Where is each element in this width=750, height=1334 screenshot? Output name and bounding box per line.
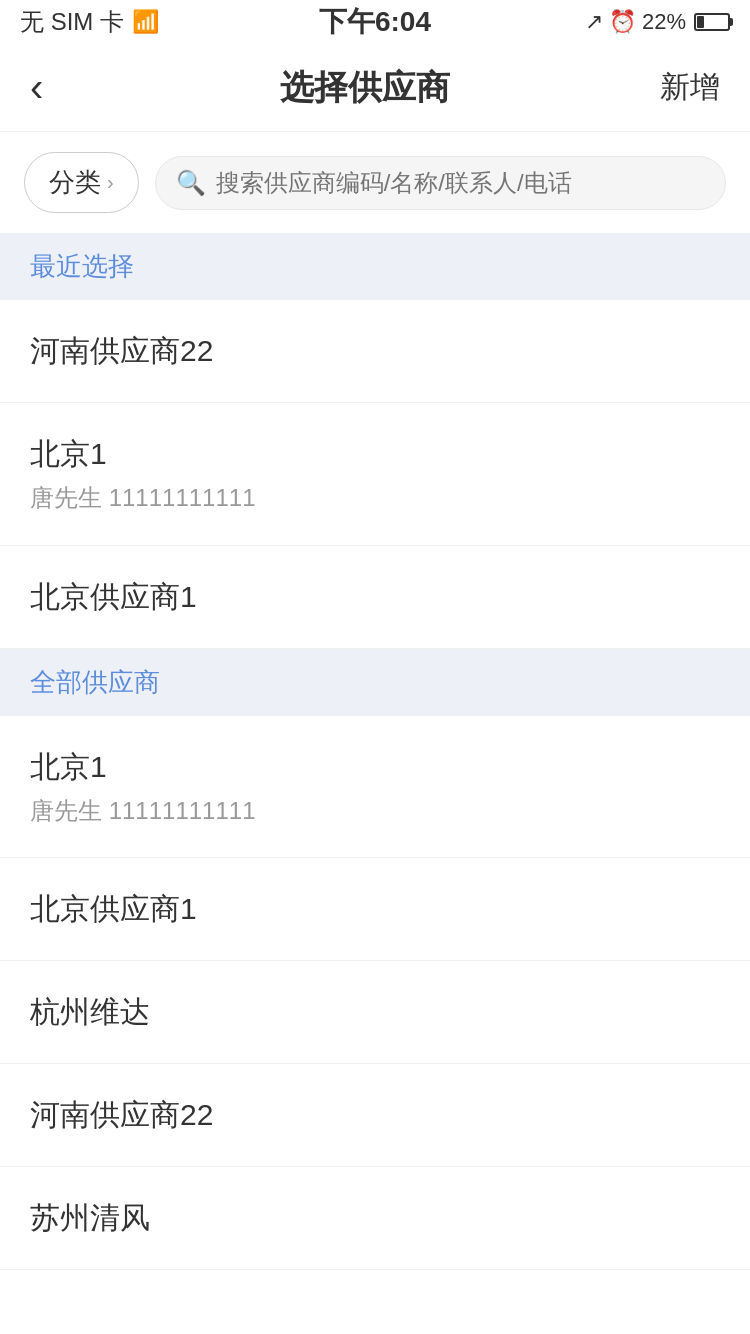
list-item[interactable]: 河南供应商22 <box>0 300 750 403</box>
search-input[interactable] <box>216 169 705 197</box>
list-item[interactable]: 北京供应商1 <box>0 546 750 649</box>
alarm-icon: ⏰ <box>609 9 636 35</box>
item-name: 杭州维达 <box>30 991 720 1033</box>
chevron-right-icon: › <box>107 171 114 194</box>
category-label: 分类 <box>49 165 101 200</box>
nav-bar: ‹ 选择供应商 新增 <box>0 44 750 132</box>
status-right: ↗ ⏰ 22% <box>585 9 730 35</box>
wifi-icon: 📶 <box>132 9 159 35</box>
filter-bar: 分类 › 🔍 <box>0 132 750 233</box>
list-item[interactable]: 北京供应商1 <box>0 858 750 961</box>
search-icon: 🔍 <box>176 169 206 197</box>
recent-section-label: 最近选择 <box>30 251 134 281</box>
recent-items-list: 河南供应商22 北京1 唐先生 11111111111 北京供应商1 <box>0 300 750 649</box>
item-name: 苏州清风 <box>30 1197 720 1239</box>
page-title: 选择供应商 <box>90 65 640 111</box>
all-section-label: 全部供应商 <box>30 667 160 697</box>
recent-section-header: 最近选择 <box>0 233 750 300</box>
location-icon: ↗ <box>585 9 603 35</box>
list-item[interactable]: 北京1 唐先生 11111111111 <box>0 403 750 546</box>
list-item[interactable]: 苏州清风 <box>0 1167 750 1270</box>
back-button[interactable]: ‹ <box>30 65 90 110</box>
battery-percent: 22% <box>642 9 686 35</box>
item-name: 北京供应商1 <box>30 576 720 618</box>
item-name: 北京1 <box>30 433 720 475</box>
list-item[interactable]: 北京1 唐先生 11111111111 <box>0 716 750 859</box>
list-item[interactable]: 杭州维达 <box>0 961 750 1064</box>
all-section-header: 全部供应商 <box>0 649 750 716</box>
category-button[interactable]: 分类 › <box>24 152 139 213</box>
all-items-list: 北京1 唐先生 11111111111 北京供应商1 杭州维达 河南供应商22 … <box>0 716 750 1271</box>
item-name: 河南供应商22 <box>30 330 720 372</box>
status-left: 无 SIM 卡 📶 <box>20 6 159 38</box>
list-item[interactable]: 河南供应商22 <box>0 1064 750 1167</box>
item-name: 北京供应商1 <box>30 888 720 930</box>
add-button[interactable]: 新增 <box>640 67 720 108</box>
status-time: 下午6:04 <box>319 3 431 41</box>
item-name: 河南供应商22 <box>30 1094 720 1136</box>
item-sub: 唐先生 11111111111 <box>30 481 720 515</box>
item-sub: 唐先生 11111111111 <box>30 794 720 828</box>
item-name: 北京1 <box>30 746 720 788</box>
battery-icon <box>694 13 730 31</box>
status-bar: 无 SIM 卡 📶 下午6:04 ↗ ⏰ 22% <box>0 0 750 44</box>
search-box[interactable]: 🔍 <box>155 156 726 210</box>
carrier-text: 无 SIM 卡 <box>20 6 124 38</box>
